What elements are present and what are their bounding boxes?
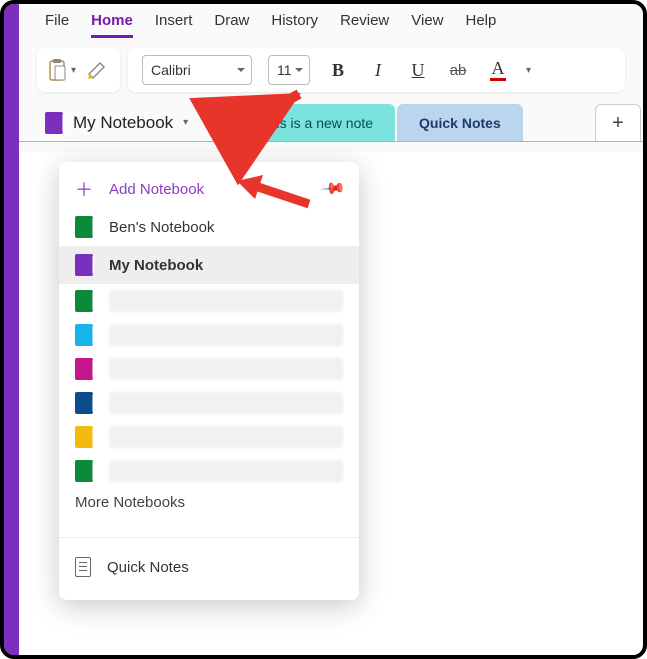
menu-file[interactable]: File [45,12,69,38]
notebook-icon [75,426,93,448]
redacted-label [109,324,343,346]
bold-button[interactable]: B [326,60,350,81]
notebook-selector[interactable]: My Notebook ▾ [45,104,218,141]
chevron-down-icon: ▾ [71,65,76,76]
paste-button[interactable]: ▾ [47,58,76,82]
menu-home[interactable]: Home [91,12,133,38]
notebook-icon [75,324,93,346]
notebook-icon [75,290,93,312]
add-tab-button[interactable]: + [595,104,641,141]
font-color-button[interactable]: A [486,59,510,81]
notebook-item[interactable] [59,318,359,352]
notebook-icon [75,392,93,414]
clipboard-group: ▾ [37,48,120,92]
notebook-item-label: Ben's Notebook [109,219,214,236]
notebook-name: My Notebook [73,113,173,133]
font-family-select[interactable]: Calibri [142,55,252,85]
redacted-label [109,460,343,482]
redacted-label [109,358,343,380]
menu-view[interactable]: View [411,12,443,38]
notebook-item[interactable] [59,386,359,420]
notebook-item[interactable] [59,420,359,454]
clipboard-icon [47,58,67,82]
chevron-down-icon: ▾ [183,117,188,128]
notebook-icon [45,112,63,134]
strikethrough-button[interactable]: ab [446,62,470,79]
notebook-item[interactable] [59,454,359,488]
underline-button[interactable]: U [406,60,430,81]
add-notebook-label: Add Notebook [109,181,204,198]
menu-bar: File Home Insert Draw History Review Vie… [19,4,643,38]
notebook-item[interactable]: My Notebook [59,246,359,284]
menu-insert[interactable]: Insert [155,12,193,38]
notebook-icon [75,254,93,276]
add-notebook-item[interactable]: ＋ Add Notebook 📌 [59,170,359,208]
plus-icon: ＋ [75,176,93,202]
notebook-icon [75,358,93,380]
font-size-select[interactable]: 11 [268,55,310,85]
italic-button[interactable]: I [366,60,390,81]
quick-notes-item[interactable]: Quick Notes [59,548,359,586]
redacted-label [109,290,343,312]
tab-page[interactable]: This is a new note [238,104,395,141]
notebook-item[interactable] [59,352,359,386]
notebook-item-label: My Notebook [109,257,203,274]
redacted-label [109,392,343,414]
notebook-icon [75,216,93,238]
menu-history[interactable]: History [271,12,318,38]
notebook-item[interactable]: Ben's Notebook [59,208,359,246]
format-painter-icon[interactable] [86,60,110,80]
notebook-icon [75,460,93,482]
pin-icon[interactable]: 📌 [319,175,347,203]
menu-help[interactable]: Help [466,12,497,38]
redacted-label [109,426,343,448]
quick-notes-label: Quick Notes [107,559,189,576]
notebook-dropdown: ＋ Add Notebook 📌 Ben's Notebook My Notebo… [59,162,359,600]
ribbon-toolbar: ▾ Calibri 11 B I U ab A ▾ [19,38,643,104]
chevron-down-icon: ▾ [526,65,531,76]
font-group: Calibri 11 B I U ab A ▾ [128,48,625,92]
tab-strip: My Notebook ▾ This is a new note Quick N… [19,104,643,142]
tab-quick-notes[interactable]: Quick Notes [397,104,523,141]
more-notebooks[interactable]: More Notebooks [59,488,359,527]
menu-draw[interactable]: Draw [214,12,249,38]
menu-review[interactable]: Review [340,12,389,38]
document-icon [75,557,91,577]
notebook-item[interactable] [59,284,359,318]
